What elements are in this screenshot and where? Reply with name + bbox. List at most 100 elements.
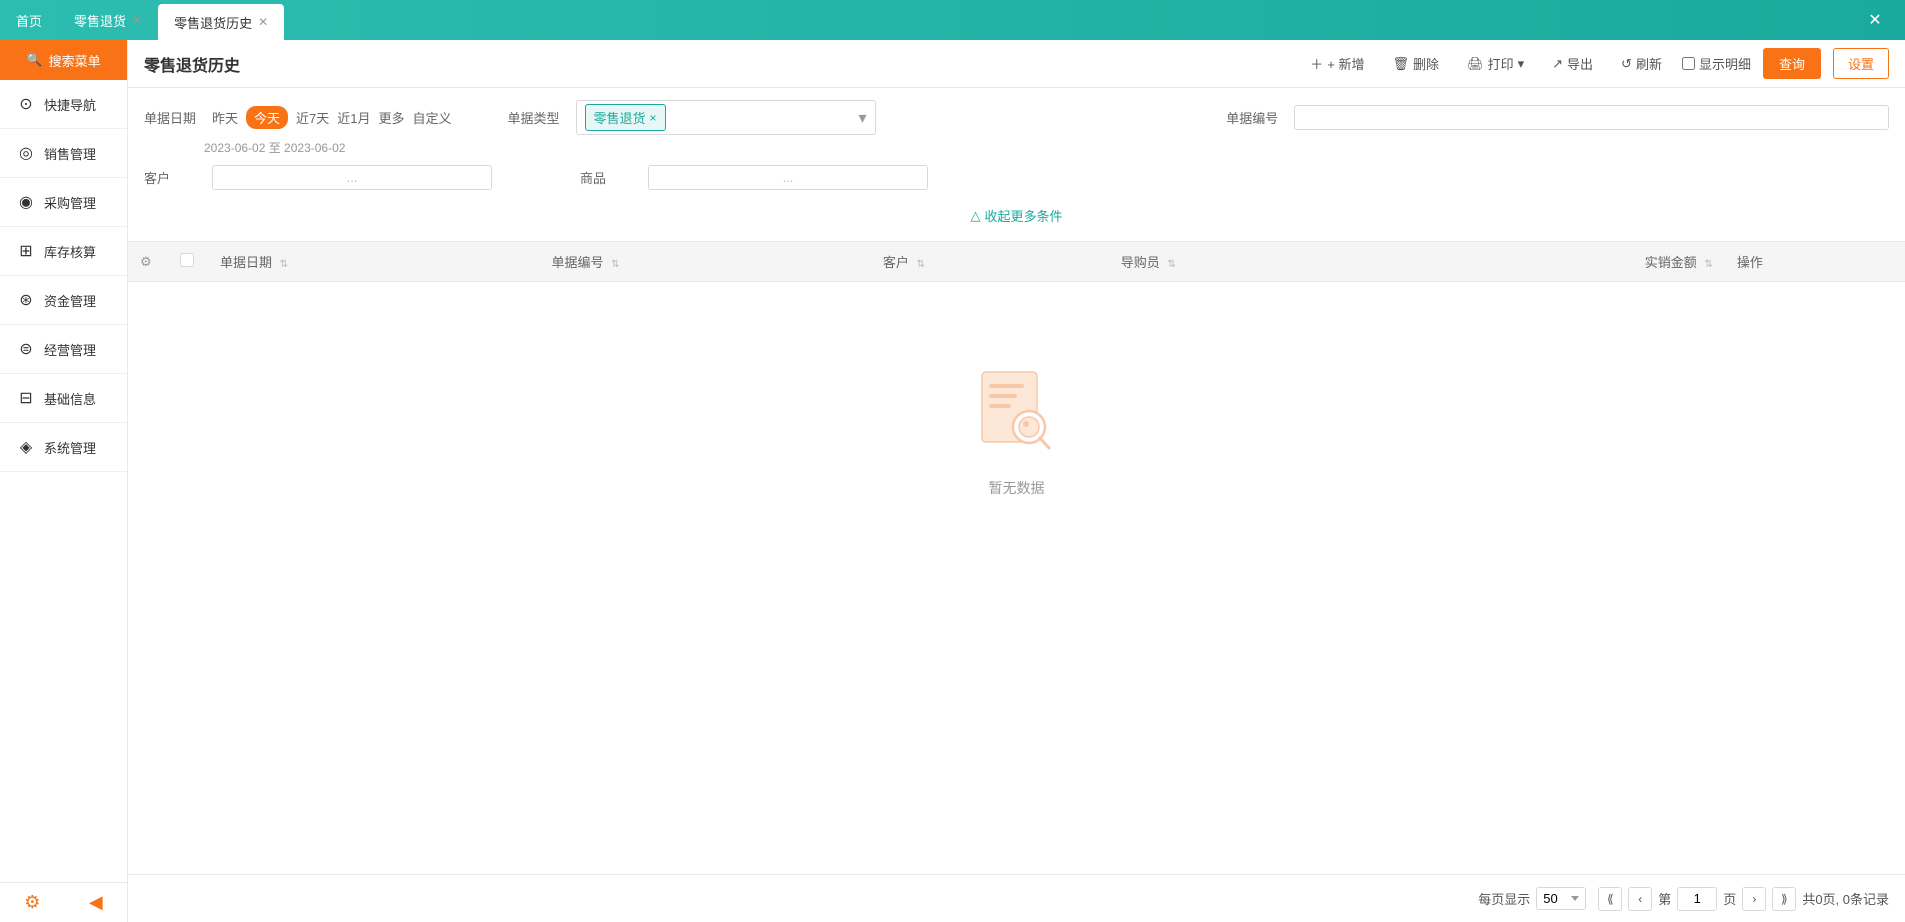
th-settings[interactable]: ⚙ [128,242,168,282]
sidebar-item-purchase[interactable]: ◉ 采购管理 [0,178,127,227]
sales-icon: ◎ [16,143,36,163]
sidebar-item-operations[interactable]: ⊜ 经营管理 [0,325,127,374]
quick-nav-icon: ⊙ [16,94,36,114]
sidebar-item-basic-info-label: 基础信息 [44,389,96,408]
table-body: 暂无数据 [128,282,1905,579]
delete-icon: 🗑 [1393,56,1410,72]
tab-retail-return[interactable]: 零售退货 ✕ [58,0,158,40]
settings-col-icon: ⚙ [140,254,152,269]
date-shortcut-today[interactable]: 今天 [246,106,288,129]
th-customer-label: 客户 [883,255,909,270]
sort-guide-icon: ⇅ [1167,259,1175,270]
tab-retail-return-history-label: 零售退货历史 [174,13,252,32]
page-prev-button[interactable]: ‹ [1628,887,1652,911]
export-button[interactable]: ↗ 导出 [1544,50,1601,77]
basic-info-icon: ⊟ [16,388,36,408]
th-amount[interactable]: 实销金额 ⇅ [1393,242,1724,282]
print-icon: 🖨 [1467,56,1484,72]
refresh-label: 刷新 [1636,54,1662,73]
th-guide[interactable]: 导购员 ⇅ [1109,242,1394,282]
th-date[interactable]: 单据日期 ⇅ [208,242,539,282]
system-icon: ◈ [16,437,36,457]
voucher-input[interactable] [1294,105,1889,130]
page-label: 第 [1658,889,1671,908]
add-button[interactable]: ＋ + 新增 [1302,50,1372,77]
search-icon: 🔍 [26,52,42,68]
page-size-label: 每页显示 [1478,889,1530,908]
page-first-button[interactable]: ⟪ [1598,887,1622,911]
page-last-button[interactable]: ⟫ [1772,887,1796,911]
sidebar-nav: ⊙ 快捷导航 ◎ 销售管理 ◉ 采购管理 ⊞ 库存核算 ⊛ 资金管理 [0,80,127,882]
page-number-input[interactable] [1677,887,1717,911]
type-tag-close[interactable]: × [650,111,657,125]
date-filter-label: 单据日期 [144,108,204,127]
th-date-label: 单据日期 [220,255,272,270]
select-all-checkbox[interactable] [180,253,194,267]
th-customer[interactable]: 客户 ⇅ [871,242,1109,282]
date-shortcut-7days[interactable]: 近7天 [296,108,329,127]
sidebar-item-sales-label: 销售管理 [44,144,96,163]
content-area: 零售退货历史 ＋ + 新增 🗑 删除 🖨 打印 ▾ [128,40,1905,922]
tab-retail-return-close[interactable]: ✕ [132,13,142,27]
refresh-button[interactable]: ↺ 刷新 [1613,50,1670,77]
collapse-section: △ 收起更多条件 [144,198,1889,229]
goods-placeholder: ... [783,170,794,185]
customer-input[interactable]: ... [212,165,492,190]
sidebar-item-inventory[interactable]: ⊞ 库存核算 [0,227,127,276]
tab-retail-return-history[interactable]: 零售退货历史 ✕ [158,4,284,40]
add-icon: ＋ [1310,54,1323,73]
sidebar-bottom: ⚙ ◀ [0,882,127,922]
sidebar-search[interactable]: 🔍 搜索菜单 [0,40,127,80]
th-number-label: 单据编号 [551,255,603,270]
sidebar-item-sales[interactable]: ◎ 销售管理 [0,129,127,178]
date-shortcut-more[interactable]: 更多 [379,108,405,127]
th-number[interactable]: 单据编号 ⇅ [539,242,870,282]
table-area: ⚙ 单据日期 ⇅ 单据编号 ⇅ [128,242,1905,874]
pagination-size: 每页显示 20 50 100 [1478,887,1586,910]
filter-row-2: 客户 ... 商品 ... [144,165,1889,190]
date-shortcut-yesterday[interactable]: 昨天 [212,108,238,127]
display-toggle[interactable]: 显示明细 [1682,54,1751,73]
display-toggle-checkbox[interactable] [1682,57,1695,70]
tab-home[interactable]: 首页 [0,0,58,40]
goods-input[interactable]: ... [648,165,928,190]
date-range-display: 2023-06-02 至 2023-06-02 [204,141,345,155]
th-guide-label: 导购员 [1121,255,1160,270]
sort-amount-icon: ⇅ [1704,259,1712,270]
filter-row-1: 单据日期 昨天 今天 近7天 近1月 更多 自定义 单据类型 [144,100,1889,135]
type-dropdown-icon[interactable]: ▾ [859,108,867,128]
sidebar-collapse-button[interactable]: ◀ [89,892,103,913]
collapse-button[interactable]: △ 收起更多条件 [970,202,1062,229]
query-button[interactable]: 查询 [1763,48,1821,79]
tab-retail-return-history-close[interactable]: ✕ [258,15,268,29]
settings-button[interactable]: 设置 [1833,48,1889,79]
sidebar-item-system[interactable]: ◈ 系统管理 [0,423,127,472]
page-size-select[interactable]: 20 50 100 [1536,887,1586,910]
sidebar-item-finance[interactable]: ⊛ 资金管理 [0,276,127,325]
sidebar-item-purchase-label: 采购管理 [44,193,96,212]
date-shortcuts: 昨天 今天 近7天 近1月 更多 自定义 [212,106,452,129]
sidebar-settings-button[interactable]: ⚙ [24,892,40,913]
pagination-bar: 每页显示 20 50 100 ⟪ ‹ 第 页 › ⟫ 共0页, 0条记录 [128,874,1905,922]
sidebar-item-quick-nav-label: 快捷导航 [44,95,96,114]
type-tag: 零售退货 × [585,104,666,131]
page-header: 零售退货历史 ＋ + 新增 🗑 删除 🖨 打印 ▾ [128,40,1905,88]
sidebar-item-basic-info[interactable]: ⊟ 基础信息 [0,374,127,423]
tab-home-label: 首页 [16,11,42,30]
delete-button[interactable]: 🗑 删除 [1385,50,1448,77]
add-label: + 新增 [1327,54,1364,73]
window-close-button[interactable]: ✕ [1861,6,1889,34]
voucher-filter-label: 单据编号 [1226,108,1286,127]
customer-placeholder: ... [347,170,358,185]
sidebar-item-quick-nav[interactable]: ⊙ 快捷导航 [0,80,127,129]
page-next-button[interactable]: › [1742,887,1766,911]
print-button[interactable]: 🖨 打印 ▾ [1459,50,1532,77]
print-dropdown-icon: ▾ [1518,56,1525,72]
date-shortcut-custom[interactable]: 自定义 [413,108,452,127]
refresh-icon: ↺ [1621,56,1632,72]
th-checkbox[interactable] [168,242,208,282]
empty-state: 暂无数据 [128,282,1905,578]
date-shortcut-1month[interactable]: 近1月 [337,108,370,127]
sidebar-item-operations-label: 经营管理 [44,340,96,359]
th-action: 操作 [1725,242,1905,282]
